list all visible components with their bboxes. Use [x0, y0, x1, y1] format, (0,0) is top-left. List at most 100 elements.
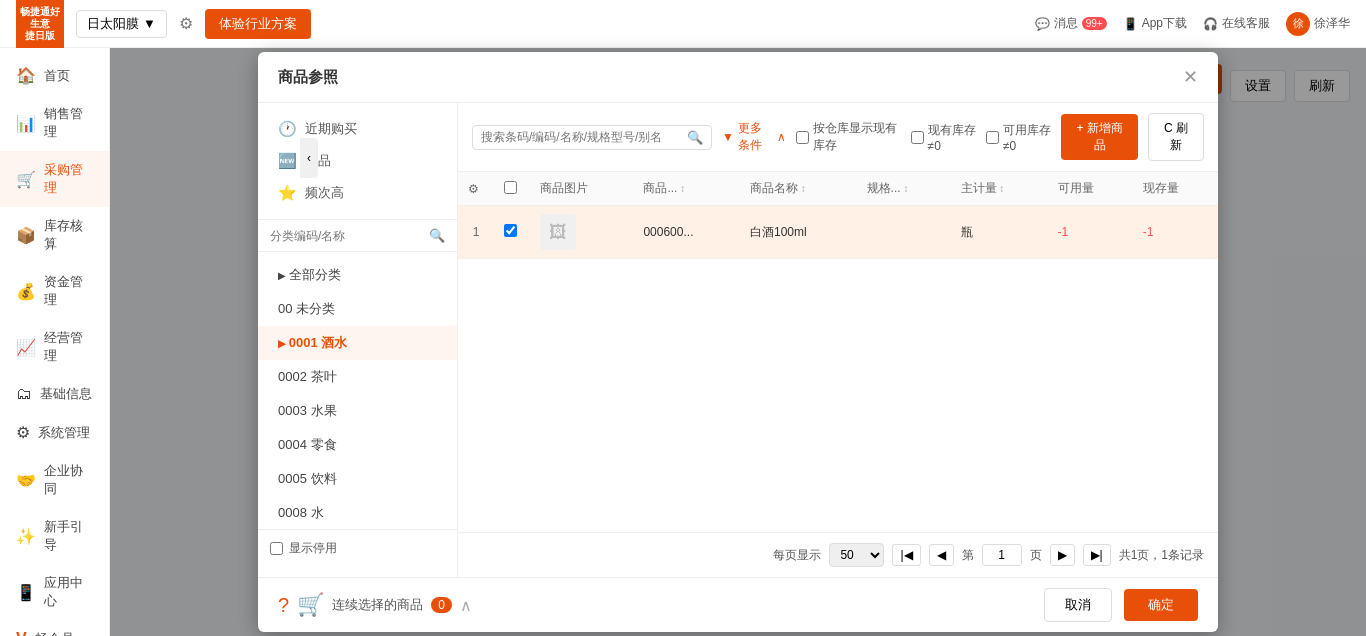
product-table-wrap: ⚙ 商品图片 商品... 商品名称 规格... 主计量 可用量 现存量 [458, 172, 1218, 532]
finance-icon: 💰 [16, 282, 36, 301]
recent-icon: 🕐 [278, 120, 297, 138]
checkbox-available[interactable] [986, 131, 999, 144]
app-icon: 📱 [1123, 17, 1138, 31]
category-item-water[interactable]: 0008 水 [258, 496, 457, 529]
category-item-alcohol[interactable]: 0001 酒水 [258, 326, 457, 360]
home-icon: 🏠 [16, 66, 36, 85]
th-code[interactable]: 商品... [633, 172, 740, 206]
enterprise-icon: 🤝 [16, 471, 36, 490]
product-search-wrap: 🔍 [472, 125, 712, 150]
pagination-total: 共1页，1条记录 [1119, 547, 1204, 564]
collapse-left-icon: ‹ [307, 151, 311, 165]
sidebar-item-home[interactable]: 🏠 首页 [0, 56, 109, 95]
checkbox-warehouse-label[interactable]: 按仓库显示现有库存 [796, 120, 900, 154]
footer-collapse-button[interactable]: ∧ [460, 596, 472, 615]
shortcut-frequent[interactable]: ⭐ 频次高 [270, 177, 445, 209]
modal-overlay: 商品参照 ✕ 🕐 近期购买 🆕 [110, 48, 1366, 636]
sidebar-item-basic-info[interactable]: 🗂 基础信息 [0, 375, 109, 413]
th-settings[interactable]: ⚙ [458, 172, 494, 206]
category-panel: 🕐 近期购买 🆕 新品 ⭐ 频次高 [258, 103, 458, 577]
sidebar-item-purchase[interactable]: 🛒 采购管理 [0, 151, 109, 207]
sales-icon: 📊 [16, 114, 36, 133]
sidebar-item-guide[interactable]: ✨ 新手引导 [0, 508, 109, 564]
checkbox-current-label[interactable]: 现有库存≠0 [911, 122, 976, 153]
category-item-tea[interactable]: 0002 茶叶 [258, 360, 457, 394]
modal-close-button[interactable]: ✕ [1183, 66, 1198, 88]
row-num: 1 [458, 206, 494, 259]
store-selector[interactable]: 日太阳膜 ▼ [76, 10, 167, 38]
app-download-nav[interactable]: 📱 App下载 [1123, 15, 1187, 32]
collapse-panel-button[interactable]: ‹ [300, 138, 318, 178]
row-image-cell: 🖼 [530, 206, 633, 259]
filter-icon: ▼ [722, 130, 734, 144]
show-disabled-label[interactable]: 显示停用 [289, 540, 337, 557]
sidebar-item-inventory[interactable]: 📦 库存核算 [0, 207, 109, 263]
per-page-select[interactable]: 50 10 20 100 [829, 543, 884, 567]
category-item-all[interactable]: 全部分类 [258, 258, 457, 292]
category-search-input[interactable] [270, 229, 423, 243]
message-icon: 💬 [1035, 17, 1050, 31]
category-item-fruit[interactable]: 0003 水果 [258, 394, 457, 428]
sidebar-item-sales[interactable]: 📊 销售管理 [0, 95, 109, 151]
th-unit[interactable]: 主计量 [951, 172, 1048, 206]
top-icons: 💬 消息 99+ 📱 App下载 🎧 在线客服 徐 徐泽华 [1035, 12, 1350, 36]
gear-icon[interactable]: ⚙ [179, 14, 193, 33]
table-row[interactable]: 1 🖼 000600... 白酒100ml [458, 206, 1218, 259]
sidebar-item-system[interactable]: ⚙ 系统管理 [0, 413, 109, 452]
checkbox-available-label[interactable]: 可用库存≠0 [986, 122, 1051, 153]
category-item-snacks[interactable]: 0004 零食 [258, 428, 457, 462]
online-service-nav[interactable]: 🎧 在线客服 [1203, 15, 1270, 32]
row-checkbox-cell [494, 206, 530, 259]
sidebar-item-enterprise[interactable]: 🤝 企业协同 [0, 452, 109, 508]
checkbox-current[interactable] [911, 131, 924, 144]
page-next-button[interactable]: ▶ [1050, 544, 1075, 566]
cancel-button[interactable]: 取消 [1044, 588, 1112, 622]
page-unit-label: 页 [1030, 547, 1042, 564]
chevron-up-icon: ∧ [777, 130, 786, 144]
frequent-icon: ⭐ [278, 184, 297, 202]
sidebar-item-vip[interactable]: V 畅会员 [0, 620, 109, 636]
system-icon: ⚙ [16, 423, 30, 442]
page-first-button[interactable]: |◀ [892, 544, 920, 566]
product-reference-modal: 商品参照 ✕ 🕐 近期购买 🆕 [258, 52, 1218, 632]
cart-icon[interactable]: 🛒 [297, 592, 324, 618]
refresh-product-button[interactable]: C 刷新 [1148, 113, 1204, 161]
shortcut-new[interactable]: 🆕 新品 [270, 145, 445, 177]
cart-label: 连续选择的商品 [332, 596, 423, 614]
add-product-button[interactable]: + 新增商品 [1061, 114, 1138, 160]
row-available: -1 [1048, 206, 1133, 259]
cart-count: 0 [431, 597, 452, 613]
show-disabled-area: 显示停用 [258, 529, 457, 567]
page-number-input[interactable] [982, 544, 1022, 566]
sidebar-item-apps[interactable]: 📱 应用中心 [0, 564, 109, 620]
sidebar-item-finance[interactable]: 💰 资金管理 [0, 263, 109, 319]
th-name[interactable]: 商品名称 [740, 172, 857, 206]
filter-more-button[interactable]: ▼ 更多条件 ∧ [722, 120, 786, 154]
messages-nav[interactable]: 💬 消息 99+ [1035, 15, 1107, 32]
per-page-label: 每页显示 [773, 547, 821, 564]
trial-button[interactable]: 体验行业方案 [205, 9, 311, 39]
th-checkbox [494, 172, 530, 206]
show-disabled-checkbox[interactable] [270, 542, 283, 555]
product-search-input[interactable] [481, 130, 681, 144]
basic-info-icon: 🗂 [16, 385, 32, 403]
user-avatar[interactable]: 徐 徐泽华 [1286, 12, 1350, 36]
apps-icon: 📱 [16, 583, 36, 602]
sidebar-item-operations[interactable]: 📈 经营管理 [0, 319, 109, 375]
page-last-button[interactable]: ▶| [1083, 544, 1111, 566]
category-item-drinks[interactable]: 0005 饮料 [258, 462, 457, 496]
category-item-uncategorized[interactable]: 00 未分类 [258, 292, 457, 326]
shortcut-recent[interactable]: 🕐 近期购买 [270, 113, 445, 145]
confirm-button[interactable]: 确定 [1124, 589, 1198, 621]
product-search-icon[interactable]: 🔍 [687, 130, 703, 145]
guide-icon: ✨ [16, 527, 36, 546]
row-checkbox[interactable] [504, 224, 517, 237]
page-prev-button[interactable]: ◀ [929, 544, 954, 566]
help-icon[interactable]: ? [278, 594, 289, 617]
checkbox-warehouse[interactable] [796, 131, 809, 144]
th-spec[interactable]: 规格... [857, 172, 951, 206]
product-panel: 🔍 ▼ 更多条件 ∧ 按仓库显示现有库存 [458, 103, 1218, 577]
select-all-checkbox[interactable] [504, 181, 517, 194]
th-image: 商品图片 [530, 172, 633, 206]
category-search-icon[interactable]: 🔍 [429, 228, 445, 243]
